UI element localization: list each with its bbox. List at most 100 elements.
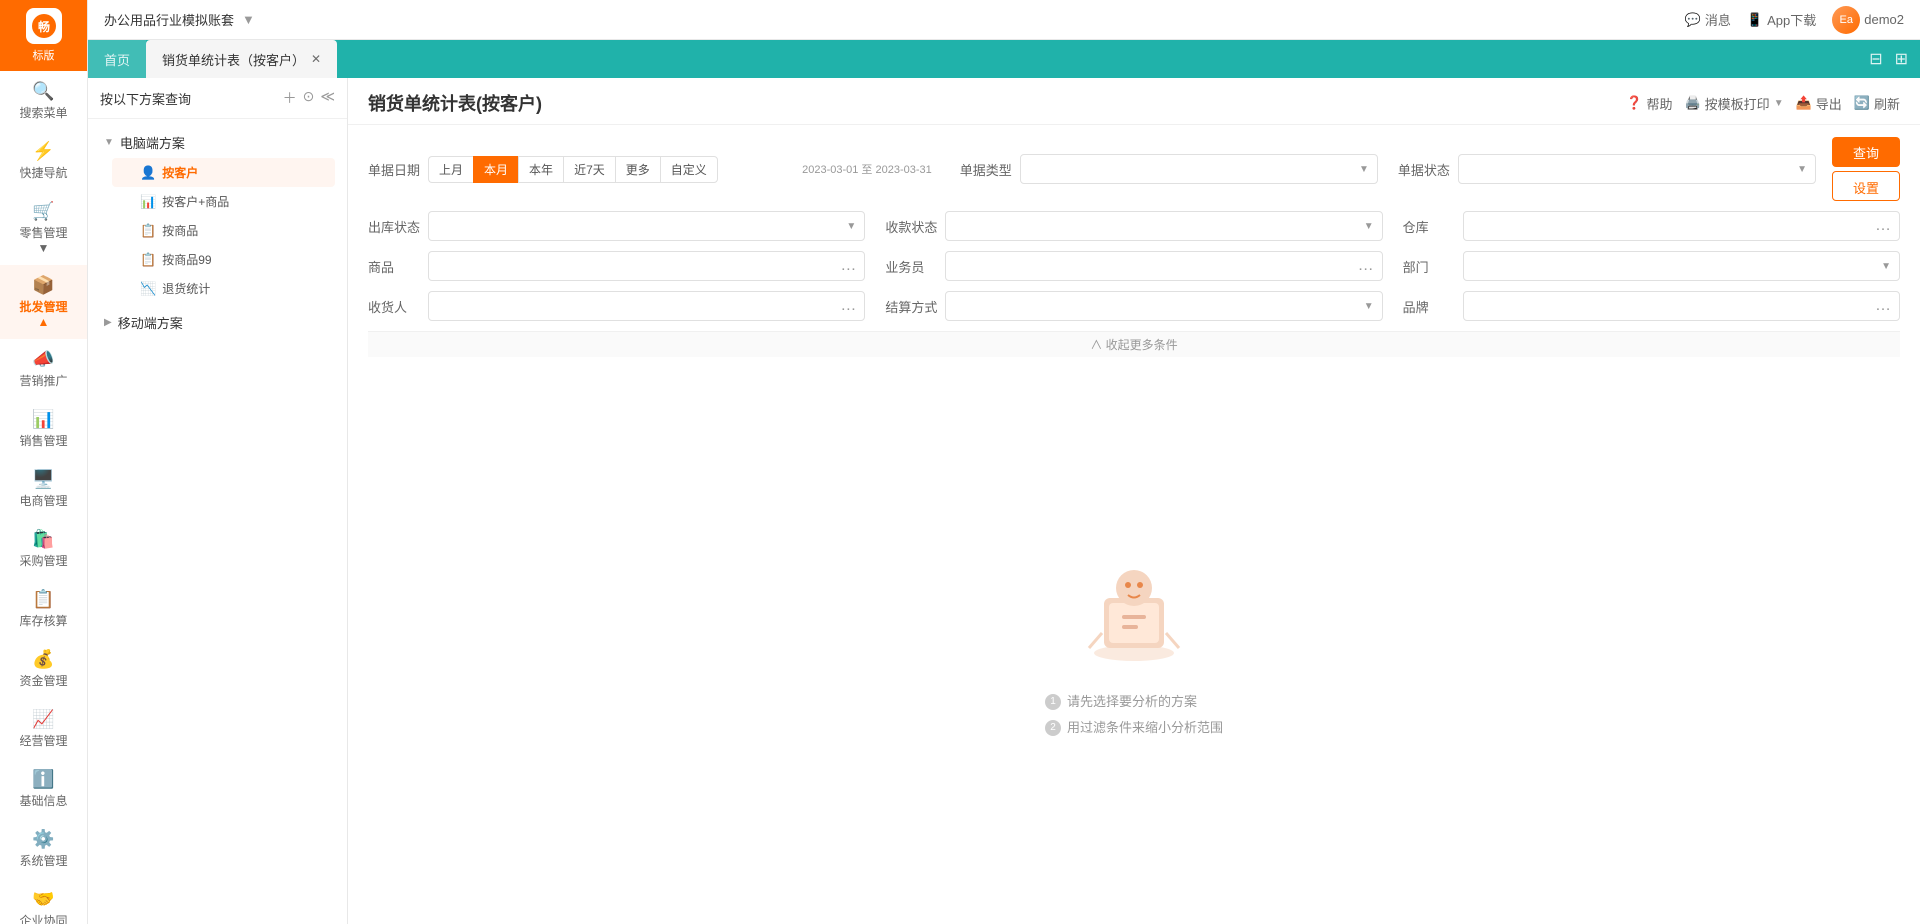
svg-text:畅: 畅 [37,19,49,34]
collapse-panel-icon[interactable]: ≪ [320,88,335,108]
date-btn-custom[interactable]: 自定义 [660,156,718,183]
date-btn-lastmonth[interactable]: 上月 [428,156,473,183]
retail-icon: 🛒 [32,201,54,222]
goods99-icon: 📋 [140,252,156,268]
paymentstatus-dropdown[interactable]: ▼ [945,211,1382,241]
sidebar-item-quicknav[interactable]: ⚡ 快捷导航 [0,131,87,191]
sidebar-item-purchase[interactable]: 🛍️ 采购管理 [0,519,87,579]
download-btn[interactable]: 📱 App下载 [1747,10,1816,29]
warehouse-select[interactable]: … [1463,211,1900,241]
top-header: 办公用品行业模拟账套 ▼ 💬 消息 📱 App下载 Ea demo2 [88,0,1920,40]
sidebar-item-operation[interactable]: 📈 经营管理 [0,699,87,759]
receiver-field: 收货人 … [368,291,865,321]
export-btn[interactable]: 📤 导出 [1796,94,1842,113]
tab-sales-stats[interactable]: 销货单统计表（按客户） ✕ [146,40,337,78]
user-menu[interactable]: Ea demo2 [1832,6,1904,34]
outstatus-dropdown[interactable]: ▼ [428,211,865,241]
dropdown-arrow-icon[interactable]: ▼ [242,12,255,27]
tip-num-2: 2 [1045,720,1061,736]
refresh-btn[interactable]: 🔄 刷新 [1854,94,1900,113]
tab-home[interactable]: 首页 [88,40,146,78]
salesperson-field: 业务员 … [885,251,1382,281]
return-icon: 📉 [140,281,156,297]
sidebar-item-ecommerce[interactable]: 🖥️ 电商管理 [0,459,87,519]
empty-illustration [1074,553,1194,673]
docstatus-dropdown[interactable]: ▼ [1458,154,1816,184]
sidebar-item-finance[interactable]: 💰 资金管理 [0,639,87,699]
quicknav-icon: ⚡ [32,141,54,162]
brand-select[interactable]: … [1463,291,1900,321]
salesperson-dots-icon: … [1358,257,1374,275]
sidebar-item-system[interactable]: ⚙️ 系统管理 [0,819,87,879]
date-btn-more[interactable]: 更多 [615,156,660,183]
basic-icon: ℹ️ [32,769,54,790]
page-actions: ❓ 帮助 🖨️ 按模板打印 ▼ 📤 导出 � [1626,94,1900,113]
settlement-dropdown[interactable]: ▼ [945,291,1382,321]
doctype-dropdown[interactable]: ▼ [1020,154,1378,184]
sidebar-item-retail[interactable]: 🛒 零售管理 ▼ [0,191,87,265]
filter-item-return-stats[interactable]: 📉 退货统计 [112,274,335,303]
sidebar-item-basic[interactable]: ℹ️ 基础信息 [0,759,87,819]
filter-item-by-customer[interactable]: 👤 按客户 [112,158,335,187]
sidebar-item-label: 电商管理 [19,492,67,509]
brand-dots-icon: … [1875,297,1891,315]
help-btn[interactable]: ❓ 帮助 [1626,94,1672,113]
paymentstatus-dropdown-arrow: ▼ [1364,221,1374,232]
filter-item-by-goods[interactable]: 📋 按商品 [112,216,335,245]
user-name: demo2 [1864,12,1904,27]
message-btn[interactable]: 💬 消息 [1685,10,1731,29]
salesperson-select[interactable]: … [945,251,1382,281]
settings-scheme-icon[interactable]: ⊙ [303,88,315,108]
page: 按以下方案查询 ＋ ⊙ ≪ ▼ 电脑端方案 [88,78,1920,924]
filter-group-desktop: ▼ 电脑端方案 👤 按客户 📊 按客户+商品 [100,127,335,303]
purchase-icon: 🛍️ [32,529,54,550]
receiver-select[interactable]: … [428,291,865,321]
sidebar-item-cooperation[interactable]: 🤝 企业协同 [0,879,87,924]
tip-num-1: 1 [1045,694,1061,710]
salesperson-label: 业务员 [885,257,937,276]
date-btn-thisyear[interactable]: 本年 [518,156,563,183]
date-label: 单据日期 [368,160,420,179]
goods-icon: 📋 [140,223,156,239]
tab-close-icon[interactable]: ✕ [311,52,321,66]
customer-icon: 👤 [140,165,156,181]
collapse-bar[interactable]: ∧ 收起更多条件 [368,331,1900,357]
add-scheme-icon[interactable]: ＋ [283,88,297,108]
header-right: 💬 消息 📱 App下载 Ea demo2 [1685,6,1904,34]
goods-label: 商品 [368,257,420,276]
filter-item-by-goods99[interactable]: 📋 按商品99 [112,245,335,274]
sidebar-item-label: 系统管理 [19,852,67,869]
filter-group-mobile-header[interactable]: ▶ 移动端方案 [100,307,335,338]
sidebar-item-marketing[interactable]: 📣 营销推广 [0,339,87,399]
print-icon: 🖨️ [1684,95,1700,111]
sidebar-item-wholesale[interactable]: 📦 批发管理 ▲ [0,265,87,339]
docstatus-field: 单据状态 ▼ [1398,154,1816,184]
date-btn-thismonth[interactable]: 本月 [473,156,518,183]
tab-maximize-icon[interactable]: ⊞ [1891,47,1912,71]
expand-icon: ▶ [104,317,112,328]
filter-item-label: 按客户 [162,164,198,181]
sidebar-item-sales[interactable]: 📊 销售管理 [0,399,87,459]
department-dropdown[interactable]: ▼ [1463,251,1900,281]
template-print-btn[interactable]: 🖨️ 按模板打印 ▼ [1684,94,1783,113]
collapse-label: ∧ 收起更多条件 [1090,338,1177,352]
print-dropdown-icon: ▼ [1774,98,1784,109]
filter-group-desktop-header[interactable]: ▼ 电脑端方案 [100,127,335,158]
tab-minimize-icon[interactable]: ⊟ [1865,47,1886,71]
receiver-dots-icon: … [840,297,856,315]
export-label: 导出 [1816,94,1842,113]
query-button[interactable]: 查询 [1832,137,1900,167]
filter-item-by-customer-goods[interactable]: 📊 按客户+商品 [112,187,335,216]
query-row-2: 出库状态 ▼ 收款状态 ▼ [368,211,1900,241]
settings-button[interactable]: 设置 [1832,171,1900,201]
sidebar-item-label: 企业协同 [19,912,67,924]
sidebar-item-search[interactable]: 🔍 搜索菜单 [0,71,87,131]
sidebar-item-inventory[interactable]: 📋 库存核算 [0,579,87,639]
filter-item-label: 按客户+商品 [162,193,229,210]
sidebar: 畅 标版 🔍 搜索菜单 ⚡ 快捷导航 🛒 零售管理 ▼ 📦 批发管理 ▲ 📣 营… [0,0,88,924]
date-btn-last7days[interactable]: 近7天 [563,156,615,183]
goods-select[interactable]: … [428,251,865,281]
doctype-label: 单据类型 [960,160,1012,179]
department-label: 部门 [1403,257,1455,276]
outstatus-label: 出库状态 [368,217,420,236]
